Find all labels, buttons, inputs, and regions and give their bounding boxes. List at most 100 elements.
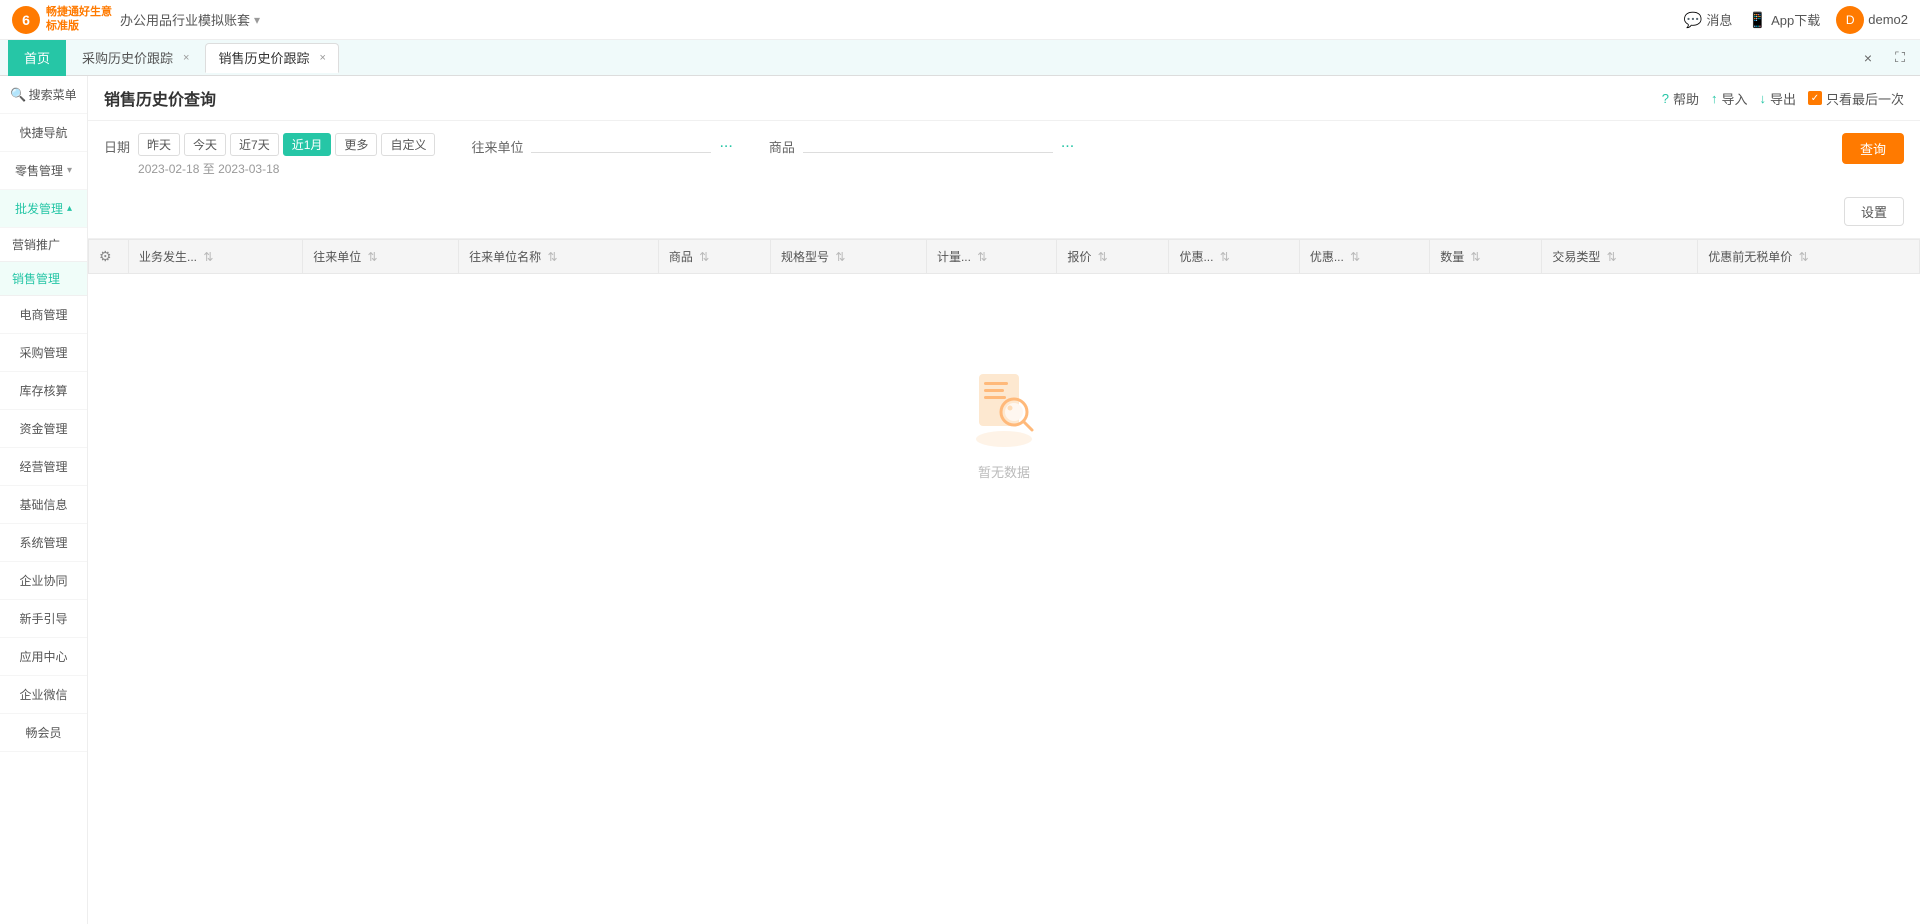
sidebar-item-member[interactable]: 畅会员 — [0, 714, 87, 752]
sidebar-item-search[interactable]: 🔍 搜索菜单 — [0, 76, 87, 114]
date-btn-yesterday[interactable]: 昨天 — [138, 133, 180, 156]
table-area: ⚙ 业务发生... ⇅ 往来单位 ⇅ 往来单位名称 ⇅ — [88, 239, 1920, 924]
th-partner-name-label: 往来单位名称 — [469, 250, 541, 264]
partner-input-group: ... — [531, 133, 732, 153]
date-buttons-container: 昨天 今天 近7天 近1月 更多 自定义 2023-02-18 至 2023-0… — [138, 133, 435, 177]
only-last-checkbox-area[interactable]: ✓ 只看最后一次 — [1808, 89, 1904, 108]
message-button[interactable]: 💬 消息 — [1684, 10, 1733, 29]
date-filter-group: 日期 昨天 今天 近7天 近1月 更多 自定义 2023-02-18 至 202… — [104, 133, 435, 177]
chevron-down-icon: ▾ — [67, 165, 72, 176]
top-header: 6 畅捷通好生意标准版 办公用品行业模拟账套 ▾ 💬 消息 📱 App下载 D … — [0, 0, 1920, 40]
tab-purchase-close[interactable]: × — [183, 52, 189, 64]
date-range-display: 2023-02-18 至 2023-03-18 — [138, 160, 435, 177]
help-icon: ? — [1662, 91, 1669, 106]
only-last-checkbox[interactable]: ✓ — [1808, 91, 1822, 105]
th-unit: 计量... ⇅ — [926, 240, 1056, 274]
sidebar-item-retail[interactable]: 零售管理 ▾ — [0, 152, 87, 190]
sort-arrows-discount2[interactable]: ⇅ — [1350, 250, 1360, 264]
th-partner-code: 往来单位 ⇅ — [303, 240, 459, 274]
sort-arrows-discount1[interactable]: ⇅ — [1220, 250, 1230, 264]
sort-arrows-business-date[interactable]: ⇅ — [203, 250, 213, 264]
import-label: 导入 — [1721, 89, 1747, 108]
import-button[interactable]: ↑ 导入 — [1711, 89, 1748, 108]
sort-arrows-product[interactable]: ⇅ — [699, 250, 709, 264]
sort-arrows-spec[interactable]: ⇅ — [835, 250, 845, 264]
date-btn-1month[interactable]: 近1月 — [283, 133, 332, 156]
sort-arrows-pretax[interactable]: ⇅ — [1799, 250, 1809, 264]
tab-close-button[interactable]: × — [1856, 46, 1880, 70]
date-btn-more[interactable]: 更多 — [335, 133, 377, 156]
th-quantity-label: 数量 — [1440, 250, 1464, 264]
page-header: 销售历史价查询 ? 帮助 ↑ 导入 ↓ 导出 ✓ 只看最后一次 — [88, 76, 1920, 121]
import-icon: ↑ — [1711, 91, 1718, 106]
th-partner-code-label: 往来单位 — [313, 250, 361, 264]
date-buttons: 昨天 今天 近7天 近1月 更多 自定义 — [138, 133, 435, 156]
date-btn-today[interactable]: 今天 — [184, 133, 226, 156]
partner-filter-group: 往来单位 ... — [471, 133, 732, 156]
empty-svg — [954, 354, 1054, 454]
app-download-label: App下载 — [1771, 10, 1820, 29]
th-discount2-label: 优惠... — [1310, 250, 1344, 264]
sidebar-item-wechat[interactable]: 企业微信 — [0, 676, 87, 714]
sidebar-apps-label: 应用中心 — [19, 648, 67, 665]
product-input[interactable] — [803, 133, 1053, 153]
sort-arrows-partner-name[interactable]: ⇅ — [547, 250, 557, 264]
sort-arrows-quantity[interactable]: ⇅ — [1471, 250, 1481, 264]
sidebar-item-ecommerce[interactable]: 电商管理 — [0, 296, 87, 334]
sidebar-basic-label: 基础信息 — [19, 496, 67, 513]
th-spec: 规格型号 ⇅ — [771, 240, 927, 274]
product-filter-label: 商品 — [769, 133, 795, 156]
app-download-button[interactable]: 📱 App下载 — [1748, 10, 1820, 29]
sidebar-item-system[interactable]: 系统管理 — [0, 524, 87, 562]
sidebar-item-management[interactable]: 经营管理 — [0, 448, 87, 486]
partner-dots-button[interactable]: ... — [719, 134, 732, 152]
tab-sales[interactable]: 销售历史价跟踪 × — [205, 43, 338, 73]
product-filter-group: 商品 ... — [769, 133, 1074, 156]
sort-arrows-unit[interactable]: ⇅ — [977, 250, 987, 264]
date-btn-7days[interactable]: 近7天 — [230, 133, 279, 156]
sidebar-item-wholesale[interactable]: 批发管理 ▴ — [0, 190, 87, 228]
sidebar-subitem-marketing[interactable]: 营销推广 — [0, 228, 87, 262]
tab-purchase[interactable]: 采购历史价跟踪 × — [70, 43, 201, 73]
gear-icon[interactable]: ⚙ — [99, 248, 112, 264]
tab-bar-close-icon: × — [1864, 50, 1872, 66]
sort-arrows-transaction[interactable]: ⇅ — [1607, 250, 1617, 264]
tab-expand-button[interactable]: ⛶ — [1888, 46, 1912, 70]
filter-actions: 查询 — [1842, 133, 1904, 164]
sidebar-subitem-sales[interactable]: 销售管理 — [0, 262, 87, 296]
date-btn-custom[interactable]: 自定义 — [381, 133, 435, 156]
sidebar-marketing-label: 营销推广 — [12, 238, 60, 252]
header-left: 6 畅捷通好生意标准版 办公用品行业模拟账套 ▾ — [12, 6, 260, 34]
th-unit-label: 计量... — [937, 250, 971, 264]
sort-arrows-quote[interactable]: ⇅ — [1098, 250, 1108, 264]
sidebar-wholesale-label: 批发管理 — [15, 200, 63, 217]
sidebar-item-quick[interactable]: 快捷导航 — [0, 114, 87, 152]
partner-input[interactable] — [531, 133, 711, 153]
empty-state: 暂无数据 — [88, 274, 1920, 561]
tab-home[interactable]: 首页 — [8, 40, 66, 76]
help-button[interactable]: ? 帮助 — [1662, 89, 1699, 108]
sidebar-item-inventory[interactable]: 库存核算 — [0, 372, 87, 410]
sidebar-item-apps[interactable]: 应用中心 — [0, 638, 87, 676]
sidebar-item-purchase[interactable]: 采购管理 — [0, 334, 87, 372]
tab-sales-close[interactable]: × — [319, 52, 325, 64]
export-label: 导出 — [1770, 89, 1796, 108]
product-dots-button[interactable]: ... — [1061, 134, 1074, 152]
sort-arrows-partner-code[interactable]: ⇅ — [368, 250, 378, 264]
user-area[interactable]: D demo2 — [1836, 6, 1908, 34]
query-button[interactable]: 查询 — [1842, 133, 1904, 164]
export-button[interactable]: ↓ 导出 — [1759, 89, 1796, 108]
sidebar-item-enterprise[interactable]: 企业协同 — [0, 562, 87, 600]
app-title-area[interactable]: 办公用品行业模拟账套 ▾ — [120, 10, 260, 29]
sidebar: 🔍 搜索菜单 快捷导航 零售管理 ▾ 批发管理 ▴ 营销推广 销售管理 电商管理… — [0, 76, 88, 924]
sidebar-item-basic[interactable]: 基础信息 — [0, 486, 87, 524]
only-last-label: 只看最后一次 — [1826, 89, 1904, 108]
sidebar-wechat-label: 企业微信 — [19, 686, 67, 703]
settings-row: 设置 — [104, 197, 1904, 226]
sidebar-ecommerce-label: 电商管理 — [19, 306, 67, 323]
th-transaction-label: 交易类型 — [1552, 250, 1600, 264]
empty-illustration — [954, 354, 1054, 454]
sidebar-item-guide[interactable]: 新手引导 — [0, 600, 87, 638]
settings-button[interactable]: 设置 — [1844, 197, 1904, 226]
sidebar-item-finance[interactable]: 资金管理 — [0, 410, 87, 448]
